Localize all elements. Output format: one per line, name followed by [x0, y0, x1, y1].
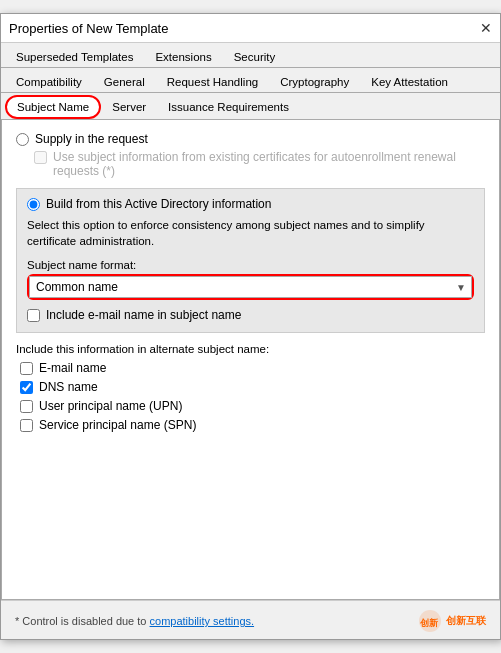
supply-label: Supply in the request — [35, 132, 148, 146]
supply-radio-row: Supply in the request — [16, 132, 485, 146]
build-radio-label: Build from this Active Directory informa… — [46, 197, 271, 211]
properties-window: Properties of New Template ✕ Superseded … — [0, 13, 501, 640]
subject-name-format-select[interactable]: Common name None Email name DNS name URL… — [29, 276, 472, 298]
main-content: Supply in the request Use subject inform… — [1, 120, 500, 600]
subject-name-format-label: Subject name format: — [27, 259, 474, 271]
compatibility-settings-link[interactable]: compatibility settings. — [150, 615, 255, 627]
close-button[interactable]: ✕ — [480, 20, 492, 36]
tab-security[interactable]: Security — [223, 46, 287, 67]
footer-text: * Control is disabled due to — [15, 615, 150, 627]
alt-upn-row: User principal name (UPN) — [20, 399, 485, 413]
tabs-row1: Superseded Templates Extensions Security — [1, 43, 500, 68]
tab-key-attestation[interactable]: Key Attestation — [360, 71, 459, 92]
use-subject-label: Use subject information from existing ce… — [53, 150, 485, 178]
include-email-row: Include e-mail name in subject name — [27, 308, 474, 322]
alt-upn-label: User principal name (UPN) — [39, 399, 182, 413]
alt-subject-label: Include this information in alternate su… — [16, 343, 485, 355]
tab-server[interactable]: Server — [101, 96, 157, 119]
alt-subject-section: Include this information in alternate su… — [16, 343, 485, 432]
build-radio-row: Build from this Active Directory informa… — [27, 197, 474, 211]
tab-compatibility[interactable]: Compatibility — [5, 71, 93, 92]
include-email-checkbox[interactable] — [27, 309, 40, 322]
include-email-label: Include e-mail name in subject name — [46, 308, 241, 322]
supply-radio[interactable] — [16, 133, 29, 146]
logo-text: 创新互联 — [446, 614, 486, 628]
tab-superseded-templates[interactable]: Superseded Templates — [5, 46, 144, 67]
use-subject-checkbox-row: Use subject information from existing ce… — [34, 150, 485, 178]
tab-issuance-requirements[interactable]: Issuance Requirements — [157, 96, 300, 119]
alt-email-checkbox[interactable] — [20, 362, 33, 375]
build-section: Build from this Active Directory informa… — [16, 188, 485, 333]
footer: * Control is disabled due to compatibili… — [1, 600, 500, 639]
use-subject-checkbox[interactable] — [34, 151, 47, 164]
alt-dns-label: DNS name — [39, 380, 98, 394]
tabs-row2: Compatibility General Request Handling C… — [1, 68, 500, 93]
tab-extensions[interactable]: Extensions — [144, 46, 222, 67]
tab-general[interactable]: General — [93, 71, 156, 92]
alt-spn-checkbox[interactable] — [20, 419, 33, 432]
svg-text:创新: 创新 — [419, 617, 439, 628]
footer-logo: 创新 创新互联 — [418, 609, 486, 633]
alt-dns-checkbox[interactable] — [20, 381, 33, 394]
tab-cryptography[interactable]: Cryptography — [269, 71, 360, 92]
footer-note: * Control is disabled due to compatibili… — [15, 615, 254, 627]
alt-email-label: E-mail name — [39, 361, 106, 375]
build-description: Select this option to enforce consistenc… — [27, 217, 474, 249]
build-radio[interactable] — [27, 198, 40, 211]
alt-email-row: E-mail name — [20, 361, 485, 375]
alt-spn-label: Service principal name (SPN) — [39, 418, 196, 432]
tab-request-handling[interactable]: Request Handling — [156, 71, 269, 92]
alt-spn-row: Service principal name (SPN) — [20, 418, 485, 432]
supply-radio-group: Supply in the request Use subject inform… — [16, 132, 485, 178]
subject-name-format-select-wrapper: Common name None Email name DNS name URL… — [27, 274, 474, 300]
tabs-row3: Subject Name Server Issuance Requirement… — [1, 93, 500, 120]
tab-subject-name[interactable]: Subject Name — [5, 95, 101, 119]
logo-icon: 创新 — [418, 609, 442, 633]
alt-dns-row: DNS name — [20, 380, 485, 394]
alt-upn-checkbox[interactable] — [20, 400, 33, 413]
window-title: Properties of New Template — [9, 21, 168, 36]
title-bar: Properties of New Template ✕ — [1, 14, 500, 43]
